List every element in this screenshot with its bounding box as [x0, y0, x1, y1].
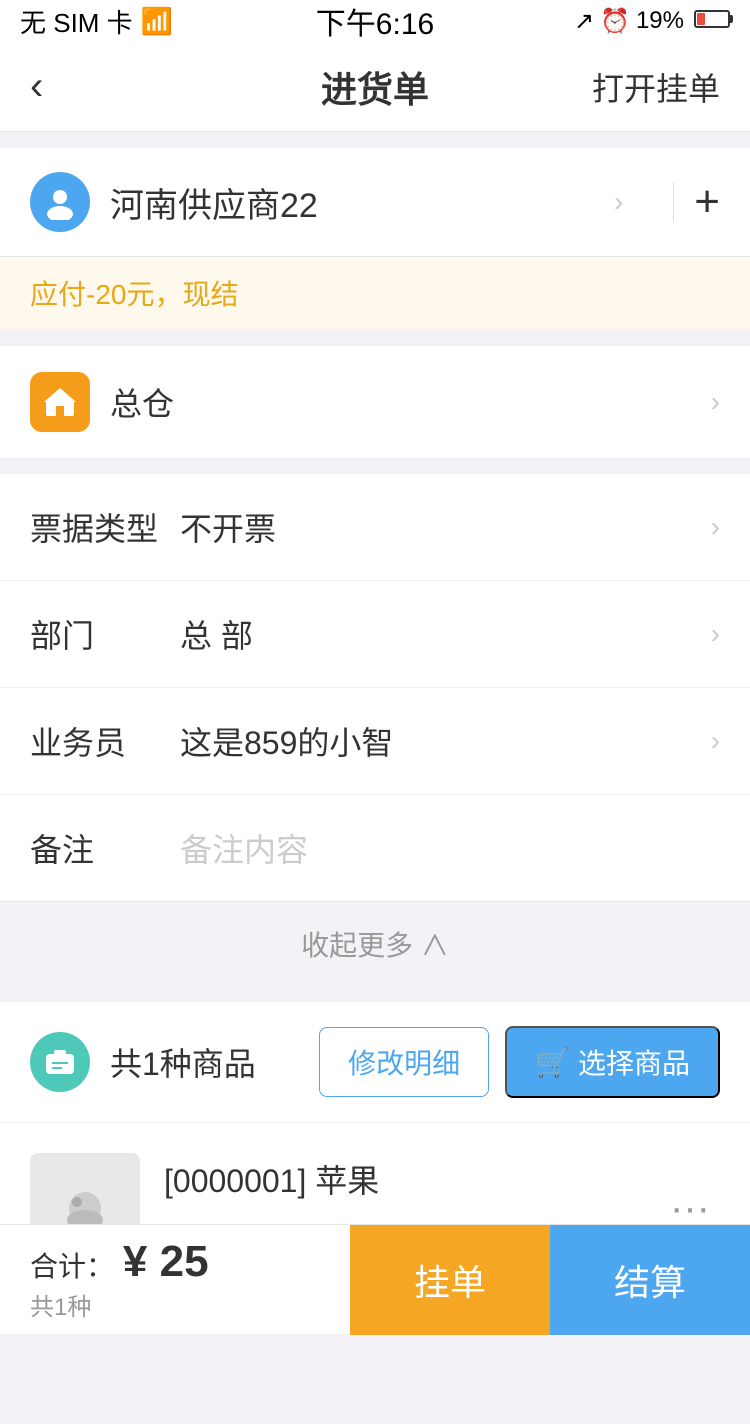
- select-product-icon: 🛒: [535, 1046, 570, 1079]
- supplier-notice: 应付-20元，现结: [0, 257, 750, 329]
- modify-detail-button[interactable]: 修改明细: [319, 1027, 489, 1097]
- footer-total-amount: ¥ 25: [123, 1237, 209, 1286]
- warehouse-chevron-icon: ›: [711, 386, 720, 418]
- supplier-row[interactable]: 河南供应商22 › +: [0, 148, 750, 257]
- open-pending-button[interactable]: 打开挂单: [592, 64, 720, 110]
- battery-icon: [690, 7, 730, 35]
- department-value: 总 部: [180, 611, 711, 657]
- footer-total-label: 合计：: [30, 1251, 114, 1282]
- alarm-icon: ⏰: [600, 7, 630, 36]
- supplier-chevron-icon: ›: [614, 186, 623, 218]
- note-row[interactable]: 备注 备注内容: [0, 795, 750, 901]
- checkout-button[interactable]: 结算: [550, 1225, 750, 1335]
- department-chevron-icon: ›: [711, 618, 720, 650]
- warehouse-name: 总仓: [110, 379, 711, 425]
- location-icon: ↗: [574, 7, 594, 36]
- supplier-divider: [673, 182, 674, 222]
- salesperson-chevron-icon: ›: [711, 725, 720, 757]
- nav-bar: ‹ 进货单 打开挂单: [0, 42, 750, 132]
- collapse-toggle[interactable]: 收起更多 ∧: [0, 901, 750, 986]
- wifi-icon: 📶: [141, 6, 173, 37]
- ticket-type-chevron-icon: ›: [711, 511, 720, 543]
- products-header: 共1种商品 修改明细 🛒 选择商品: [0, 1002, 750, 1123]
- products-count: 共1种商品: [110, 1039, 319, 1085]
- product-name: [0000001] 苹果: [164, 1156, 660, 1202]
- supplier-avatar: [30, 172, 90, 232]
- department-label: 部门: [30, 611, 160, 657]
- note-label: 备注: [30, 825, 160, 871]
- status-bar-left: 无 SIM 卡 📶: [20, 3, 173, 40]
- footer-total: 合计： ¥ 25 共1种: [0, 1237, 350, 1322]
- product-code: [0000001]: [164, 1163, 315, 1199]
- warehouse-icon: [30, 372, 90, 432]
- form-section: 票据类型 不开票 › 部门 总 部 › 业务员 这是859的小智 › 备注 备注…: [0, 474, 750, 901]
- ticket-type-value: 不开票: [180, 504, 711, 550]
- warehouse-section: 总仓 ›: [0, 345, 750, 458]
- footer: 合计： ¥ 25 共1种 挂单 结算: [0, 1224, 750, 1334]
- select-product-button[interactable]: 🛒 选择商品: [505, 1026, 720, 1098]
- select-product-label: 选择商品: [578, 1042, 690, 1082]
- salesperson-label: 业务员: [30, 718, 160, 764]
- ticket-type-row[interactable]: 票据类型 不开票 ›: [0, 474, 750, 581]
- salesperson-row[interactable]: 业务员 这是859的小智 ›: [0, 688, 750, 795]
- salesperson-value: 这是859的小智: [180, 718, 711, 764]
- product-title: 苹果: [315, 1163, 379, 1199]
- back-button[interactable]: ‹: [30, 64, 43, 109]
- hold-button[interactable]: 挂单: [350, 1225, 550, 1335]
- ticket-type-label: 票据类型: [30, 504, 160, 550]
- page-title: 进货单: [321, 61, 429, 113]
- status-bar-time: 下午6:16: [316, 0, 434, 43]
- status-bar-right: ↗ ⏰ 19%: [574, 7, 730, 36]
- status-bar: 无 SIM 卡 📶 下午6:16 ↗ ⏰ 19%: [0, 0, 750, 42]
- note-placeholder: 备注内容: [180, 825, 720, 871]
- supplier-section: 河南供应商22 › + 应付-20元，现结: [0, 148, 750, 329]
- battery-pct: 19%: [636, 7, 684, 35]
- footer-total-sub: 共1种: [30, 1287, 320, 1322]
- add-supplier-button[interactable]: +: [694, 180, 720, 224]
- supplier-name: 河南供应商22: [110, 178, 614, 227]
- products-icon: [30, 1032, 90, 1092]
- department-row[interactable]: 部门 总 部 ›: [0, 581, 750, 688]
- warehouse-row[interactable]: 总仓 ›: [0, 345, 750, 458]
- carrier-label: 无 SIM 卡: [20, 3, 133, 40]
